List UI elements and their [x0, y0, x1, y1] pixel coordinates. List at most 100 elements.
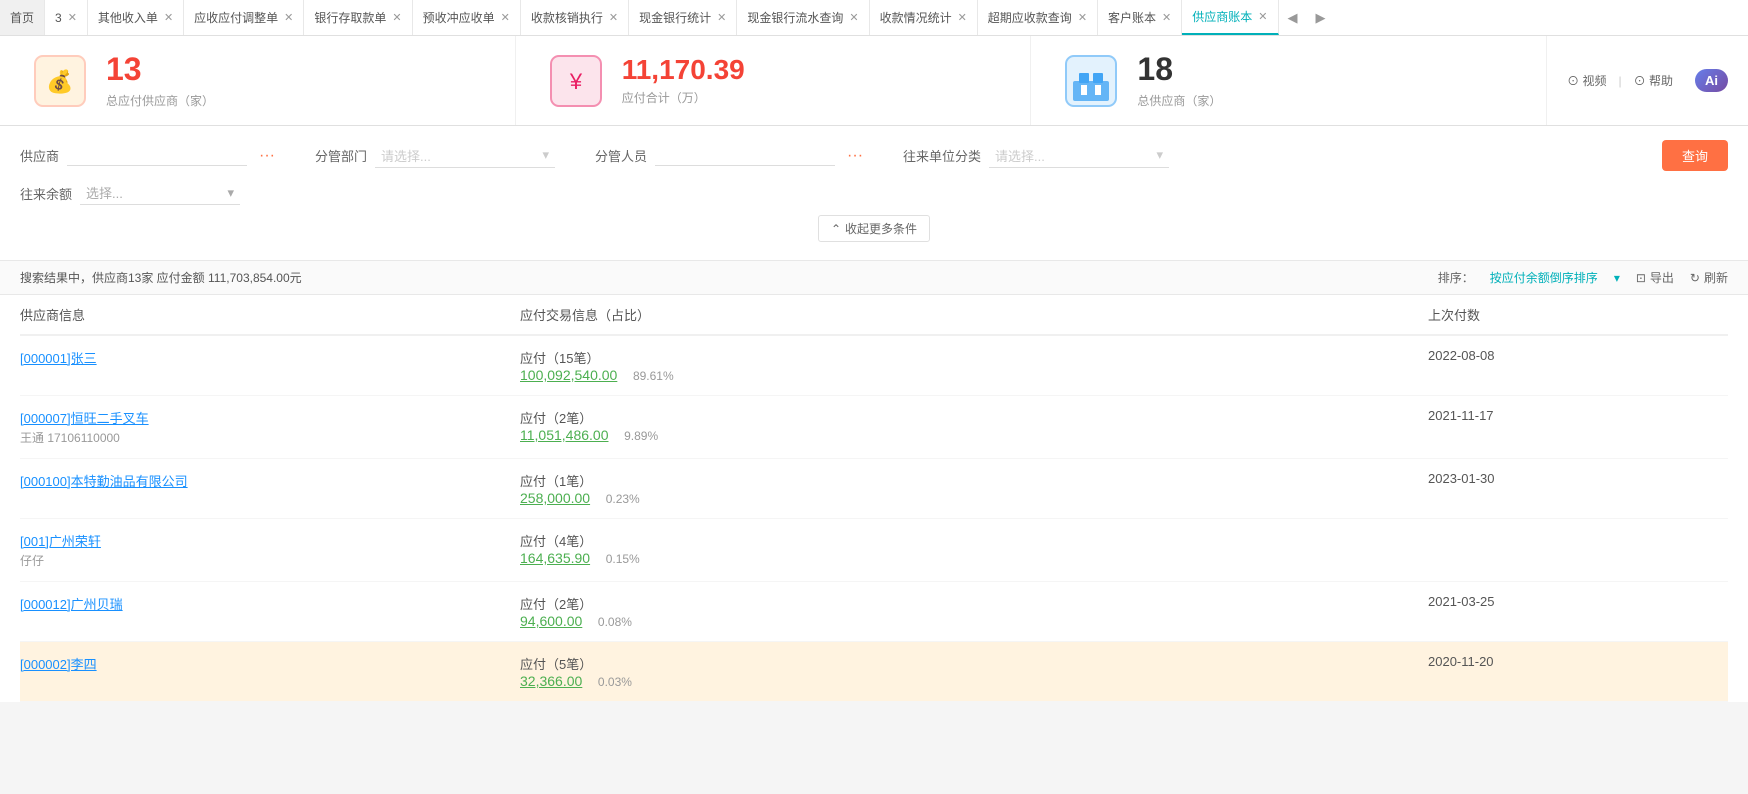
- transaction-percent: 9.89%: [624, 429, 658, 443]
- payable-suppliers-label: 总应付供应商（家）: [106, 92, 214, 109]
- transaction-amount[interactable]: 164,635.90: [520, 550, 590, 566]
- ai-badge[interactable]: Ai: [1695, 69, 1728, 92]
- filter-dept: 分管部门 请选择... ▾: [315, 144, 555, 168]
- table-row: [001]广州荣轩 仔仔 应付（4笔） 164,635.90 0.15%: [20, 519, 1728, 582]
- supplier-info-cell: [000001]张三: [20, 348, 520, 369]
- nav-item-supplier-ledger[interactable]: 供应商账本 ✕: [1182, 0, 1278, 35]
- transaction-label: 应付（15笔）: [520, 348, 1428, 367]
- transaction-amount[interactable]: 32,366.00: [520, 673, 582, 689]
- transaction-info-cell: 应付（2笔） 11,051,486.00 9.89%: [520, 408, 1428, 443]
- transaction-percent: 0.23%: [606, 492, 640, 506]
- nav-item-ar-ap-adjust[interactable]: 应收应付调整单 ✕: [184, 0, 304, 35]
- close-icon[interactable]: ✕: [392, 11, 401, 24]
- nav-prev-button[interactable]: ◀: [1279, 0, 1307, 35]
- help-link[interactable]: ⊙ 帮助: [1634, 72, 1673, 89]
- table-row: [000007]恒旺二手叉车 王通 17106110000 应付（2笔） 11,…: [20, 396, 1728, 459]
- query-button[interactable]: 查询: [1662, 140, 1728, 171]
- supplier-link[interactable]: [000100]本特勤油品有限公司: [20, 471, 520, 490]
- nav-item-overdue-ar[interactable]: 超期应收款查询 ✕: [978, 0, 1098, 35]
- nav-item-other-income[interactable]: 其他收入单 ✕: [88, 0, 184, 35]
- balance-select[interactable]: 选择... ▾: [80, 181, 240, 205]
- export-button[interactable]: ⊡ 导出: [1636, 269, 1674, 286]
- transaction-amount[interactable]: 94,600.00: [520, 613, 582, 629]
- supplier-info-cell: [000012]广州贝瑞: [20, 594, 520, 615]
- close-icon[interactable]: ✕: [1258, 10, 1267, 23]
- dept-select[interactable]: 请选择... ▾: [375, 144, 555, 168]
- result-actions: 排序： 按应付余额倒序排序 ▾ ⊡ 导出 ↻ 刷新: [1438, 269, 1728, 286]
- transaction-percent: 0.15%: [606, 552, 640, 566]
- supplier-dots-icon[interactable]: ···: [259, 147, 275, 165]
- stat-card-payable-total: ¥ 11,170.39 应付合计（万）: [516, 36, 1032, 125]
- close-icon[interactable]: ✕: [609, 11, 618, 24]
- close-icon[interactable]: ✕: [1162, 11, 1171, 24]
- supplier-info-cell: [000100]本特勤油品有限公司: [20, 471, 520, 492]
- close-icon[interactable]: ✕: [958, 11, 967, 24]
- close-icon[interactable]: ✕: [164, 11, 173, 24]
- export-icon: ⊡: [1636, 271, 1646, 285]
- category-label: 往来单位分类: [903, 146, 981, 165]
- transaction-label: 应付（2笔）: [520, 408, 1428, 427]
- close-icon[interactable]: ✕: [849, 11, 858, 24]
- supplier-link[interactable]: [000007]恒旺二手叉车: [20, 408, 520, 427]
- supplier-link[interactable]: [000001]张三: [20, 348, 520, 367]
- filter-person: 分管人员 ···: [595, 146, 863, 166]
- category-select[interactable]: 请选择... ▾: [989, 144, 1169, 168]
- filter-row-1: 供应商 ··· 分管部门 请选择... ▾ 分管人员 ··· 往来单位分类 请选…: [20, 140, 1728, 171]
- help-circle-icon: ⊙: [1634, 74, 1646, 88]
- close-icon[interactable]: ✕: [284, 11, 293, 24]
- video-circle-icon: ⊙: [1567, 74, 1579, 88]
- transaction-percent: 89.61%: [633, 369, 674, 383]
- transaction-info-cell: 应付（15笔） 100,092,540.00 89.61%: [520, 348, 1428, 383]
- person-dots-icon[interactable]: ···: [847, 147, 863, 165]
- collapse-button[interactable]: ⌃ 收起更多条件: [818, 215, 930, 242]
- supplier-info-cell: [000002]李四: [20, 654, 520, 675]
- total-suppliers-number: 18: [1137, 52, 1221, 87]
- supplier-link[interactable]: [000012]广州贝瑞: [20, 594, 520, 613]
- nav-item-cash-bank-stat[interactable]: 现金银行统计 ✕: [629, 0, 737, 35]
- close-icon[interactable]: ✕: [68, 11, 77, 24]
- stats-right-actions: ⊙ 视频 | ⊙ 帮助 Ai: [1547, 36, 1748, 125]
- nav-item-receipt-verify[interactable]: 收款核销执行 ✕: [521, 0, 629, 35]
- nav-next-button[interactable]: ▶: [1307, 0, 1335, 35]
- balance-label: 往来余额: [20, 184, 72, 203]
- total-suppliers-icon: [1061, 51, 1121, 111]
- transaction-info-cell: 应付（4笔） 164,635.90 0.15%: [520, 531, 1428, 566]
- stat-info-total-suppliers: 18 总供应商（家）: [1137, 52, 1221, 108]
- refresh-icon: ↻: [1690, 271, 1700, 285]
- nav-item-cash-bank-query[interactable]: 现金银行流水查询 ✕: [737, 0, 869, 35]
- person-input[interactable]: [655, 146, 835, 166]
- supplier-link[interactable]: [001]广州荣轩: [20, 531, 520, 550]
- supplier-link[interactable]: [000002]李四: [20, 654, 520, 673]
- dept-placeholder: 请选择...: [381, 146, 431, 165]
- sort-select[interactable]: 按应付余额倒序排序: [1490, 269, 1598, 286]
- video-link[interactable]: ⊙ 视频: [1567, 72, 1606, 89]
- filter-balance: 往来余额 选择... ▾: [20, 181, 240, 205]
- nav-item-customer-ledger[interactable]: 客户账本 ✕: [1098, 0, 1182, 35]
- supplier-info-cell: [001]广州荣轩 仔仔: [20, 531, 520, 569]
- transaction-amount[interactable]: 100,092,540.00: [520, 367, 617, 383]
- close-icon[interactable]: ✕: [501, 11, 510, 24]
- refresh-button[interactable]: ↻ 刷新: [1690, 269, 1728, 286]
- transaction-amount[interactable]: 11,051,486.00: [520, 427, 609, 443]
- filter-supplier: 供应商 ···: [20, 146, 275, 166]
- nav-item-tab3[interactable]: 3 ✕: [45, 0, 88, 35]
- supplier-label: 供应商: [20, 146, 59, 165]
- last-payment-cell: 2021-03-25: [1428, 594, 1728, 609]
- category-placeholder: 请选择...: [995, 146, 1045, 165]
- result-summary: 搜索结果中，供应商13家 应付金额 111,703,854.00元: [20, 269, 302, 286]
- nav-item-bank-deposit[interactable]: 银行存取款单 ✕: [304, 0, 412, 35]
- stat-info-payable-suppliers: 13 总应付供应商（家）: [106, 52, 214, 108]
- filter-row-2: 往来余额 选择... ▾: [20, 181, 1728, 205]
- transaction-percent: 0.08%: [598, 615, 632, 629]
- nav-item-receipt-stat[interactable]: 收款情况统计 ✕: [870, 0, 978, 35]
- data-table: 供应商信息 应付交易信息（占比） 上次付数 [000001]张三 应付（15笔）…: [0, 295, 1748, 702]
- close-icon[interactable]: ✕: [717, 11, 726, 24]
- nav-item-home[interactable]: 首页: [0, 0, 45, 35]
- supplier-input[interactable]: [67, 146, 247, 166]
- close-icon[interactable]: ✕: [1078, 11, 1087, 24]
- nav-item-advance-offset[interactable]: 预收冲应收单 ✕: [413, 0, 521, 35]
- payable-total-label: 应付合计（万）: [622, 89, 745, 106]
- payable-suppliers-number: 13: [106, 52, 214, 87]
- col-last-payment: 上次付数: [1428, 305, 1728, 324]
- transaction-amount[interactable]: 258,000.00: [520, 490, 590, 506]
